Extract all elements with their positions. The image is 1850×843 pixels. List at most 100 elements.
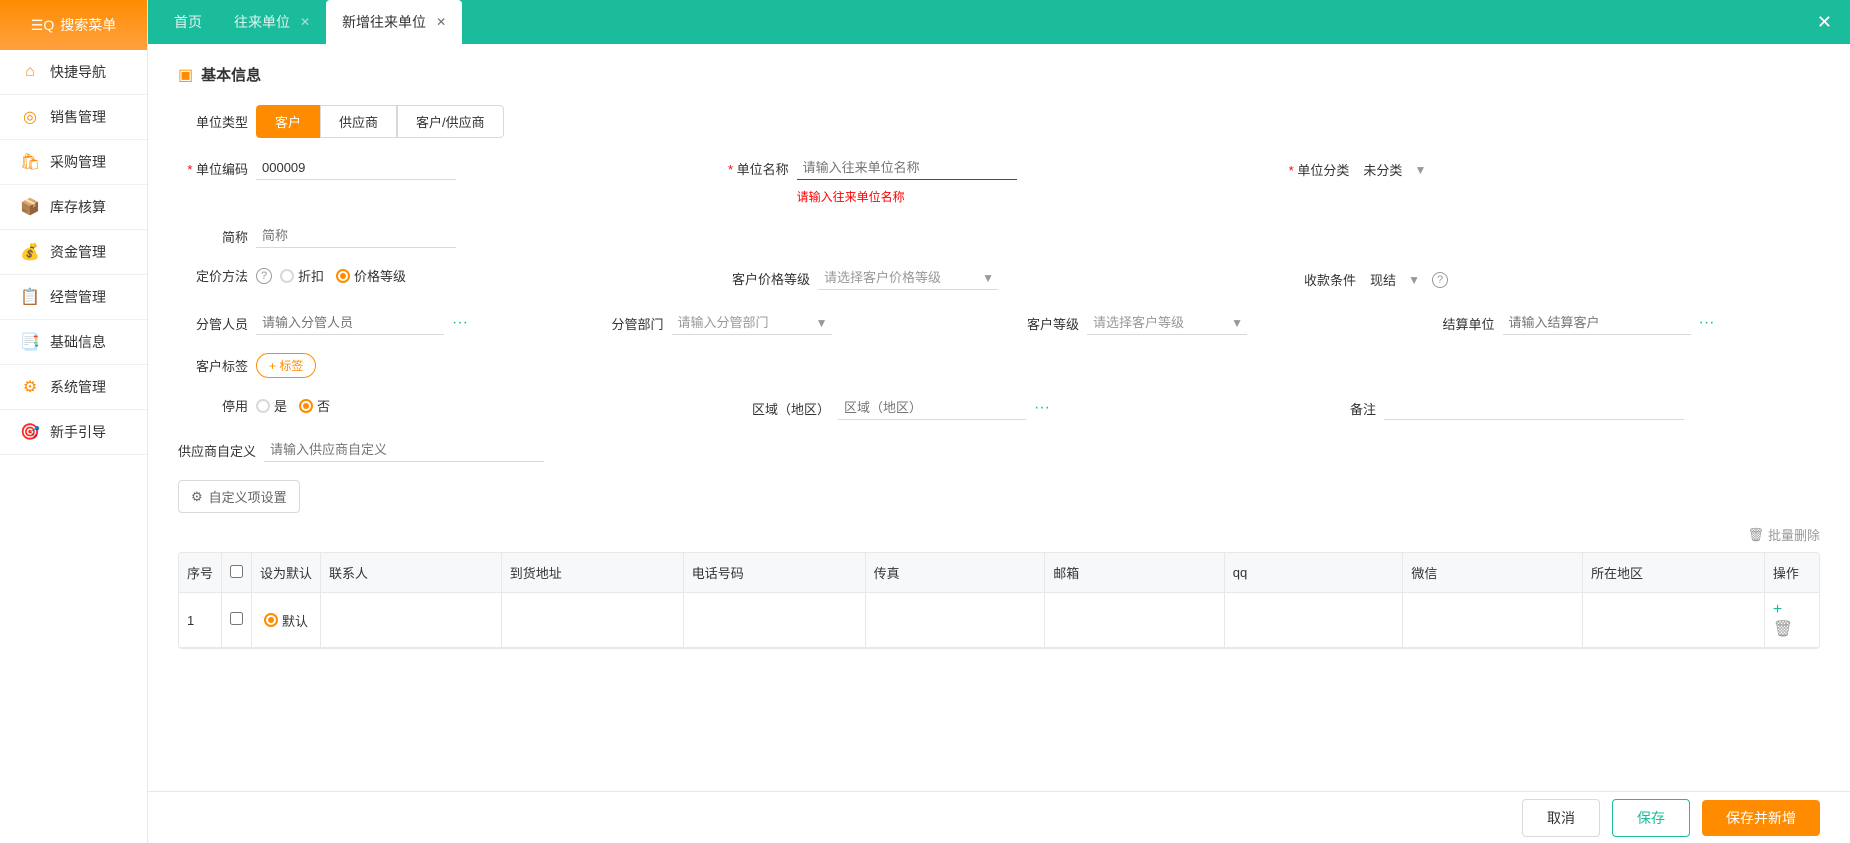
cell-address-input[interactable] [510,613,675,628]
department-select[interactable]: 请输入分管部门 [672,311,832,335]
unit-type-both-btn[interactable]: 客户/供应商 [397,105,504,138]
cell-contact[interactable] [321,593,502,648]
payment-terms-select-wrapper: 现结 ▼ [1364,266,1424,293]
save-button[interactable]: 保存 [1612,799,1690,837]
add-tag-btn[interactable]: + 标签 [256,353,316,378]
sidebar-item-purchase[interactable]: 🛍 采购管理 [0,140,147,185]
settlement-unit-input[interactable] [1503,311,1691,335]
remarks-input[interactable] [1384,396,1684,420]
unit-code-input[interactable] [256,156,456,180]
col-fax: 传真 [865,553,1045,593]
tab-contacts[interactable]: 往来单位 ✕ [218,0,326,44]
row-checkbox[interactable] [230,612,243,625]
content-area: ▣ 基本信息 单位类型 客户 供应商 客户/供应商 单位编码 单位名称 [148,44,1850,791]
select-all-checkbox[interactable] [230,565,243,578]
settlement-more-btn[interactable]: ··· [1695,314,1719,332]
manager-group: 分管人员 ··· [178,311,574,335]
cell-region-input[interactable] [1591,613,1756,628]
row-default-radio[interactable]: 默认 [260,611,312,630]
sidebar-item-label: 新手引导 [50,422,106,442]
cell-default: 默认 [252,593,321,648]
customer-price-level-group: 客户价格等级 请选择客户价格等级 ▼ [732,266,1266,290]
col-wechat: 微信 [1403,553,1583,593]
tab-home[interactable]: 首页 [158,0,218,44]
unit-type-supplier-btn[interactable]: 供应商 [320,105,397,138]
main-area: 首页 往来单位 ✕ 新增往来单位 ✕ ✕ ▣ 基本信息 单位类型 客户 供应商 … [148,0,1850,843]
row-add-btn[interactable]: + [1773,601,1782,618]
cell-fax[interactable] [865,593,1045,648]
contacts-table: 序号 设为默认 联系人 到货地址 电话号码 传真 邮箱 qq 微信 所在地区 操… [179,553,1819,648]
radio-discount[interactable]: 折扣 [280,266,324,285]
custom-setting-btn[interactable]: ⚙ 自定义项设置 [178,480,300,513]
cell-wechat-input[interactable] [1411,613,1574,628]
cell-phone[interactable] [683,593,865,648]
sidebar-item-inventory[interactable]: 📦 库存核算 [0,185,147,230]
pricing-help-icon[interactable]: ? [256,268,272,284]
batch-delete-label[interactable]: 批量删除 [1768,525,1820,544]
cell-contact-input[interactable] [329,613,493,628]
sidebar-item-label: 库存核算 [50,197,106,217]
customer-price-select[interactable]: 请选择客户价格等级 [818,266,998,290]
supplier-custom-input[interactable] [264,438,544,462]
supplier-custom-group: 供应商自定义 [178,438,1820,462]
unit-type-customer-btn[interactable]: 客户 [256,105,320,138]
batch-delete-icon: 🗑 [1747,527,1764,543]
col-phone: 电话号码 [683,553,865,593]
unit-category-label: 单位分类 [1279,160,1349,179]
cell-email-input[interactable] [1053,613,1216,628]
search-menu-label: 搜索菜单 [60,15,116,35]
region-input[interactable] [838,396,1026,420]
radio-discount-label: 折扣 [298,266,324,285]
sidebar-item-system[interactable]: ⚙ 系统管理 [0,365,147,410]
cell-qq-input[interactable] [1233,613,1395,628]
cancel-button[interactable]: 取消 [1522,799,1600,837]
basics-icon: 📑 [20,332,40,352]
cell-checkbox[interactable] [222,593,252,648]
section-title: 基本信息 [201,64,261,85]
cell-region[interactable] [1582,593,1764,648]
unit-name-input[interactable] [797,156,1017,180]
tab-new-contact-close[interactable]: ✕ [436,15,446,29]
tabbar-close-btn[interactable]: ✕ [1809,12,1840,33]
sidebar-item-sales[interactable]: ◎ 销售管理 [0,95,147,140]
sidebar-item-newbie[interactable]: 🎯 新手引导 [0,410,147,455]
cell-phone-input[interactable] [692,613,857,628]
cell-address[interactable] [501,593,683,648]
radio-disable-no[interactable]: 否 [299,396,330,415]
save-new-button[interactable]: 保存并新增 [1702,800,1820,836]
radio-price-level[interactable]: 价格等级 [336,266,406,285]
short-name-group: 简称 [178,224,1820,248]
tab-contacts-close[interactable]: ✕ [300,15,310,29]
customer-level-select-wrapper[interactable]: 请选择客户等级 ▼ [1087,311,1247,335]
customer-price-select-wrapper[interactable]: 请选择客户价格等级 ▼ [818,266,998,290]
department-select-wrapper[interactable]: 请输入分管部门 ▼ [672,311,832,335]
unit-name-label: 单位名称 [719,159,789,178]
cell-fax-input[interactable] [874,613,1037,628]
col-checkbox[interactable] [222,553,252,593]
sidebar-item-basics[interactable]: 📑 基础信息 [0,320,147,365]
customer-level-select[interactable]: 请选择客户等级 [1087,311,1247,335]
sidebar-item-finance[interactable]: 💰 资金管理 [0,230,147,275]
search-menu[interactable]: ☰Q 搜索菜单 [31,15,116,35]
region-input-wrapper: ··· [838,396,1054,420]
region-more-btn[interactable]: ··· [1030,399,1054,417]
purchase-icon: 🛍 [20,152,40,172]
unit-category-group: 单位分类 未分类 ▼ [1279,156,1820,183]
row-delete-btn[interactable]: 🗑 [1773,621,1793,638]
sidebar-header[interactable]: ☰Q 搜索菜单 [0,0,147,50]
payment-help-icon[interactable]: ? [1432,272,1448,288]
cell-qq[interactable] [1224,593,1403,648]
finance-icon: 💰 [20,242,40,262]
cell-email[interactable] [1045,593,1225,648]
short-name-input[interactable] [256,224,456,248]
tab-new-contact[interactable]: 新增往来单位 ✕ [326,0,462,44]
system-icon: ⚙ [20,377,40,397]
manager-input[interactable] [256,311,444,335]
sidebar-item-quick-nav[interactable]: ⌂ 快捷导航 [0,50,147,95]
department-group: 分管部门 请输入分管部门 ▼ [594,311,990,335]
manager-more-btn[interactable]: ··· [448,314,472,332]
sidebar-item-operations[interactable]: 📋 经营管理 [0,275,147,320]
cell-wechat[interactable] [1403,593,1583,648]
radio-disable-yes[interactable]: 是 [256,396,287,415]
tabbar: 首页 往来单位 ✕ 新增往来单位 ✕ ✕ [148,0,1850,44]
